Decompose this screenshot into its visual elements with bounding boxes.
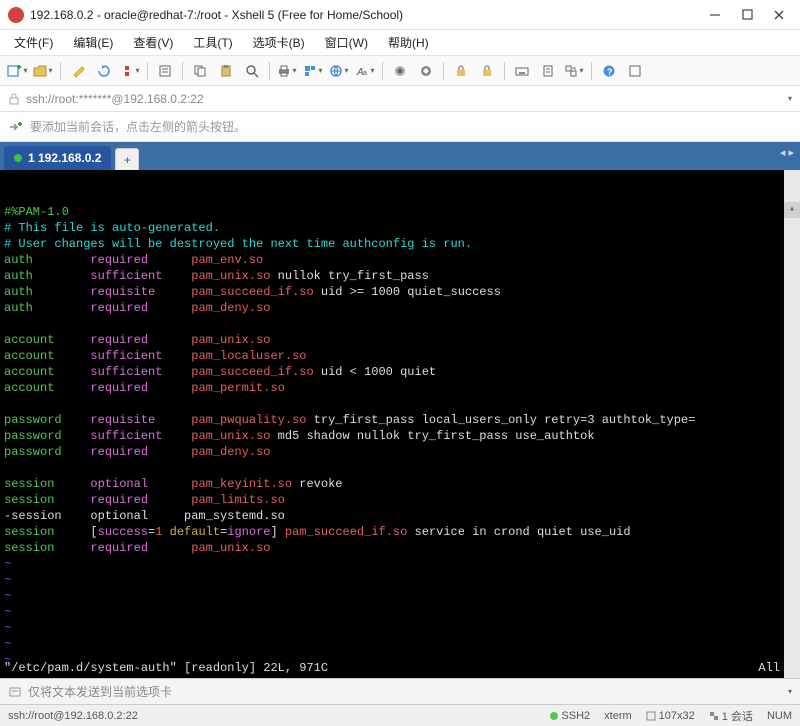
menu-window[interactable]: 窗口(W) [319, 32, 374, 53]
separator [182, 62, 183, 80]
separator [60, 62, 61, 80]
new-session-button[interactable]: ▾ [6, 60, 28, 82]
add-tab-button[interactable]: + [115, 148, 139, 170]
print-button[interactable]: ▾ [276, 60, 298, 82]
layout-button[interactable]: ▾ [302, 60, 324, 82]
transfer-button[interactable]: ▾ [563, 60, 585, 82]
maximize-button[interactable] [740, 8, 754, 22]
terminal-pane[interactable]: #%PAM-1.0# This file is auto-generated.#… [0, 170, 800, 678]
lock1-button[interactable] [450, 60, 472, 82]
menu-tools[interactable]: 工具(T) [187, 32, 238, 53]
scroll-up-icon[interactable]: ▴ [784, 202, 800, 218]
separator [147, 62, 148, 80]
address-dropdown-icon[interactable]: ▾ [788, 94, 792, 103]
xagent-button[interactable] [415, 60, 437, 82]
compose-bar: 仅将文本发送到当前选项卡 ▾ [0, 678, 800, 704]
paste-button[interactable] [215, 60, 237, 82]
status-dot-icon [14, 154, 22, 162]
status-sessions: 1 会话 [709, 708, 753, 724]
svg-text:?: ? [607, 67, 613, 77]
status-ssh: SSH2 [550, 710, 590, 722]
tab-label: 1 192.168.0.2 [28, 151, 101, 165]
copy-button[interactable] [189, 60, 211, 82]
menu-view[interactable]: 查看(V) [127, 32, 179, 53]
menu-tabs[interactable]: 选项卡(B) [247, 32, 311, 53]
menu-file[interactable]: 文件(F) [8, 32, 59, 53]
reconnect-button[interactable] [93, 60, 115, 82]
tip-bar: 要添加当前会话，点击左侧的箭头按钮。 [0, 112, 800, 142]
menu-edit[interactable]: 编辑(E) [67, 32, 119, 53]
minimize-button[interactable] [708, 8, 722, 22]
ssh-light-icon [550, 712, 558, 720]
disconnect-button[interactable]: ▾ [119, 60, 141, 82]
tip-text: 要添加当前会话，点击左侧的箭头按钮。 [30, 118, 246, 135]
window-title: 192.168.0.2 - oracle@redhat-7:/root - Xs… [30, 8, 708, 22]
separator [591, 62, 592, 80]
status-size: 107x32 [646, 710, 695, 722]
lock-icon [8, 93, 20, 105]
compose-icon[interactable] [8, 685, 22, 699]
toolbar: ▾ ▾ ▾ ▾ ▾ ▾ Aa▾ ▾ ? [0, 56, 800, 86]
tab-strip: 1 192.168.0.2 + ◂ ▸ [0, 142, 800, 170]
font-button[interactable]: Aa▾ [354, 60, 376, 82]
help-button[interactable]: ? [598, 60, 620, 82]
window-controls [708, 8, 792, 22]
menu-help[interactable]: 帮助(H) [382, 32, 435, 53]
svg-text:a: a [363, 70, 367, 77]
close-button[interactable] [772, 8, 786, 22]
terminal-scrollbar[interactable]: ▴ [784, 170, 800, 678]
open-button[interactable]: ▾ [32, 60, 54, 82]
compose-dropdown-icon[interactable]: ▾ [788, 687, 792, 696]
script-button[interactable] [389, 60, 411, 82]
address-bar: ssh://root:*******@192.168.0.2:22 ▾ [0, 86, 800, 112]
status-term: xterm [604, 710, 632, 722]
status-connection: ssh://root@192.168.0.2:22 [8, 710, 536, 722]
separator [443, 62, 444, 80]
session-tab-1[interactable]: 1 192.168.0.2 [4, 146, 111, 170]
status-caps: NUM [767, 710, 792, 722]
status-bar: ssh://root@192.168.0.2:22 SSH2 xterm 107… [0, 704, 800, 726]
find-button[interactable] [241, 60, 263, 82]
tab-nav-arrows[interactable]: ◂ ▸ [780, 146, 794, 159]
properties-button[interactable] [154, 60, 176, 82]
keyboard-button[interactable] [511, 60, 533, 82]
separator [382, 62, 383, 80]
fullscreen-button[interactable] [624, 60, 646, 82]
highlight-button[interactable] [67, 60, 89, 82]
separator [504, 62, 505, 80]
title-bar: 192.168.0.2 - oracle@redhat-7:/root - Xs… [0, 0, 800, 30]
encoding-button[interactable]: ▾ [328, 60, 350, 82]
app-icon [8, 7, 24, 23]
arrow-add-icon[interactable] [8, 120, 22, 134]
lock2-button[interactable] [476, 60, 498, 82]
address-text[interactable]: ssh://root:*******@192.168.0.2:22 [26, 92, 781, 106]
addressbook-button[interactable] [537, 60, 559, 82]
compose-hint[interactable]: 仅将文本发送到当前选项卡 [28, 683, 781, 700]
menu-bar: 文件(F) 编辑(E) 查看(V) 工具(T) 选项卡(B) 窗口(W) 帮助(… [0, 30, 800, 56]
separator [269, 62, 270, 80]
